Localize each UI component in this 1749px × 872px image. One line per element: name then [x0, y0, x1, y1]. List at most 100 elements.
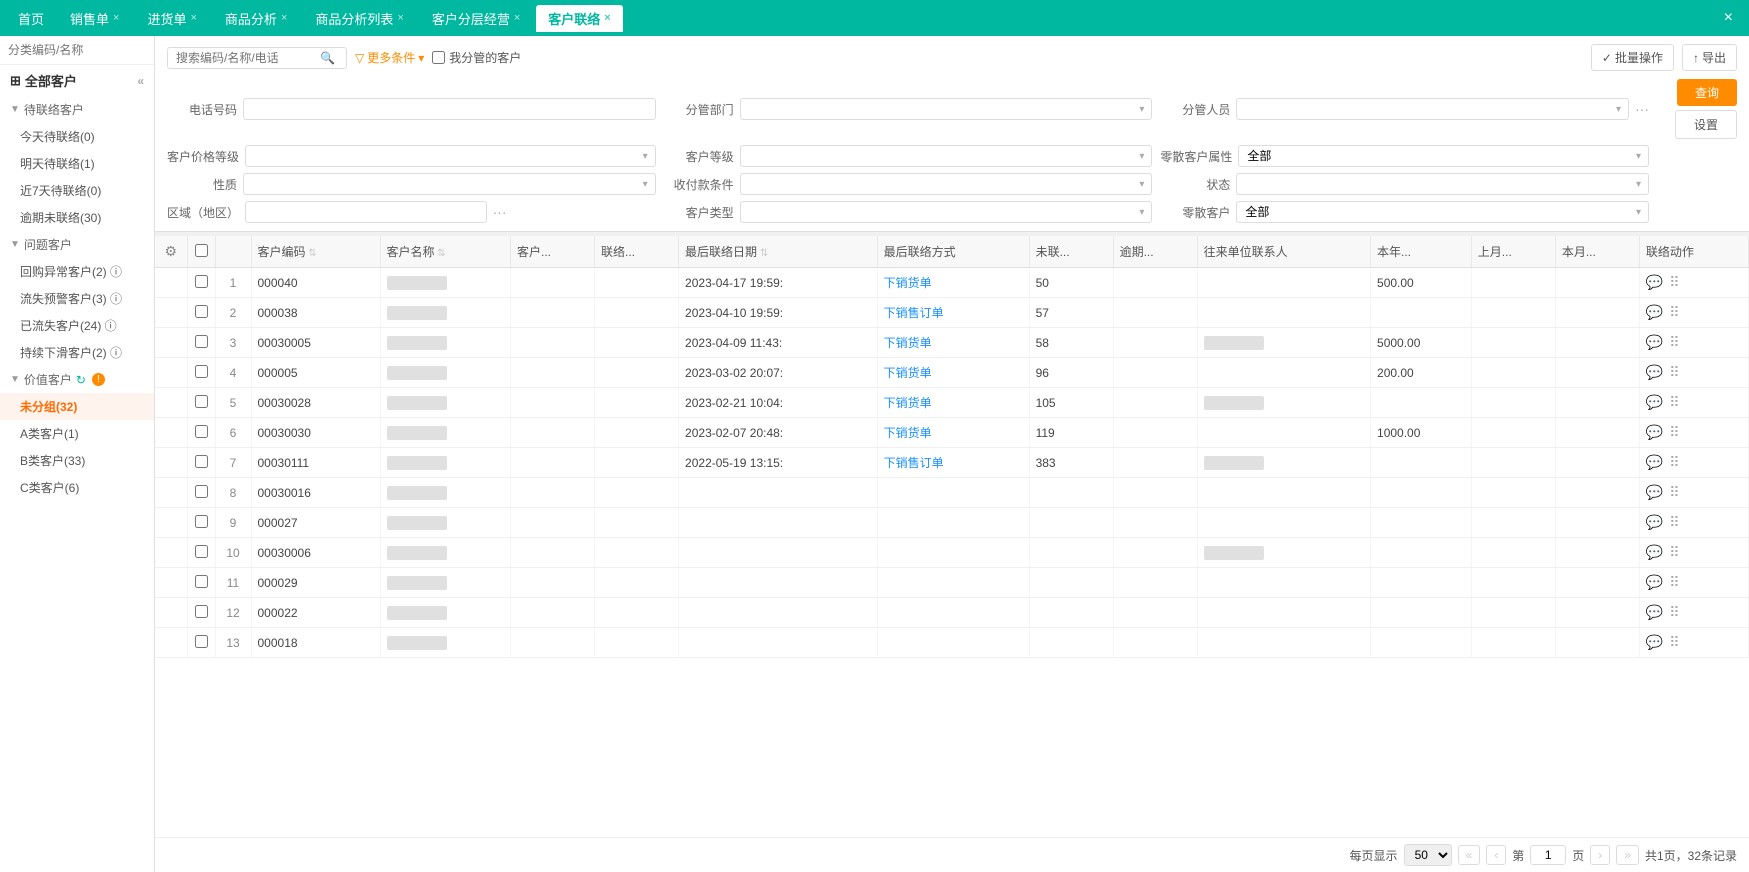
sidebar-item-today-waiting[interactable]: 今天待联络(0)	[0, 123, 154, 150]
tab-product-analysis[interactable]: 商品分析 ×	[213, 5, 299, 32]
prev-page-button[interactable]: ‹	[1486, 845, 1506, 865]
last-contact-method-link[interactable]: 下销货单	[884, 396, 932, 410]
more-icon[interactable]: ⠿	[1669, 274, 1679, 291]
more-icon[interactable]: ⠿	[1669, 514, 1679, 531]
sidebar-item-lost-customer[interactable]: 已流失客户(24) ⓘ	[0, 312, 154, 339]
sidebar-item-churn-warning[interactable]: 流失预警客户(3) ⓘ	[0, 285, 154, 312]
window-close-button[interactable]: ×	[1716, 5, 1741, 31]
export-button[interactable]: ↑ 导出	[1682, 44, 1737, 71]
settings-icon[interactable]: ⚙	[164, 243, 177, 259]
comment-icon[interactable]: 💬	[1646, 394, 1663, 411]
comment-icon[interactable]: 💬	[1646, 334, 1663, 351]
last-contact-method-link[interactable]: 下销货单	[884, 426, 932, 440]
select-all-checkbox[interactable]	[195, 244, 208, 257]
row-checkbox[interactable]	[195, 395, 208, 408]
sidebar-item-class-b[interactable]: B类客户(33)	[0, 447, 154, 474]
more-icon[interactable]: ⠿	[1669, 484, 1679, 501]
nature-select[interactable]	[243, 173, 656, 195]
comment-icon[interactable]: 💬	[1646, 544, 1663, 561]
comment-icon[interactable]: 💬	[1646, 514, 1663, 531]
sidebar-group-waiting[interactable]: ▼ 待联络客户	[0, 96, 154, 123]
row-checkbox[interactable]	[195, 485, 208, 498]
th-name[interactable]: 客户名称	[380, 236, 510, 268]
last-contact-method-link[interactable]: 下销货单	[884, 276, 932, 290]
area-input[interactable]	[245, 201, 487, 223]
comment-icon[interactable]: 💬	[1646, 304, 1663, 321]
close-sales-tab[interactable]: ×	[113, 12, 119, 24]
first-page-button[interactable]: «	[1458, 845, 1481, 865]
comment-icon[interactable]: 💬	[1646, 634, 1663, 651]
th-code[interactable]: 客户编码	[251, 236, 380, 268]
tab-customer-segment[interactable]: 客户分层经营 ×	[420, 5, 532, 32]
my-customers-checkbox[interactable]	[432, 51, 445, 64]
sidebar-item-7days-waiting[interactable]: 近7天待联络(0)	[0, 177, 154, 204]
home-tab[interactable]: 首页	[8, 5, 54, 32]
more-icon[interactable]: ⠿	[1669, 424, 1679, 441]
row-checkbox[interactable]	[195, 605, 208, 618]
more-icon[interactable]: ⠿	[1669, 304, 1679, 321]
sidebar-collapse-icon[interactable]: «	[137, 74, 144, 88]
per-page-select[interactable]: 50	[1404, 844, 1452, 866]
comment-icon[interactable]: 💬	[1646, 424, 1663, 441]
row-checkbox[interactable]	[195, 455, 208, 468]
tab-sales[interactable]: 销售单 ×	[58, 5, 131, 32]
more-icon[interactable]: ⠿	[1669, 544, 1679, 561]
comment-icon[interactable]: 💬	[1646, 484, 1663, 501]
more-icon[interactable]: ⠿	[1669, 604, 1679, 621]
row-checkbox[interactable]	[195, 335, 208, 348]
area-more-icon[interactable]: ···	[493, 204, 507, 220]
page-number-input[interactable]	[1530, 845, 1566, 865]
sidebar-item-repurchase-abnormal[interactable]: 回购异常客户(2) ⓘ	[0, 258, 154, 285]
reset-button[interactable]: 设置	[1675, 110, 1737, 139]
retail-customer-select[interactable]: 全部	[1236, 201, 1649, 223]
last-contact-method-link[interactable]: 下销售订单	[884, 306, 944, 320]
tab-customer-contact[interactable]: 客户联络 ×	[536, 5, 622, 32]
sidebar-all-customers[interactable]: ⊞ 全部客户 «	[0, 65, 154, 96]
sidebar-item-declining-customer[interactable]: 持续下滑客户(2) ⓘ	[0, 339, 154, 366]
row-checkbox[interactable]	[195, 365, 208, 378]
tab-purchase[interactable]: 进货单 ×	[135, 5, 208, 32]
more-icon[interactable]: ⠿	[1669, 394, 1679, 411]
more-icon[interactable]: ⠿	[1669, 364, 1679, 381]
comment-icon[interactable]: 💬	[1646, 574, 1663, 591]
phone-input[interactable]	[243, 98, 656, 120]
comment-icon[interactable]: 💬	[1646, 274, 1663, 291]
close-product-analysis-list-tab[interactable]: ×	[397, 12, 403, 24]
close-customer-contact-tab[interactable]: ×	[604, 12, 610, 24]
sidebar-item-class-a[interactable]: A类客户(1)	[0, 420, 154, 447]
last-contact-method-link[interactable]: 下销货单	[884, 366, 932, 380]
comment-icon[interactable]: 💬	[1646, 604, 1663, 621]
sidebar-item-class-c[interactable]: C类客户(6)	[0, 474, 154, 501]
tab-product-analysis-list[interactable]: 商品分析列表 ×	[303, 5, 415, 32]
customer-level-select[interactable]	[740, 145, 1153, 167]
row-checkbox[interactable]	[195, 575, 208, 588]
row-checkbox[interactable]	[195, 515, 208, 528]
filter-more-conditions-btn[interactable]: ▽ 更多条件 ▾	[355, 49, 424, 66]
row-checkbox[interactable]	[195, 635, 208, 648]
payment-terms-select[interactable]	[740, 173, 1153, 195]
close-purchase-tab[interactable]: ×	[190, 12, 196, 24]
comment-icon[interactable]: 💬	[1646, 364, 1663, 381]
sidebar-group-value[interactable]: ▼ 价值客户 ↻ !	[0, 366, 154, 393]
row-checkbox[interactable]	[195, 305, 208, 318]
batch-op-button[interactable]: ✓ 批量操作	[1591, 44, 1674, 71]
last-page-button[interactable]: »	[1616, 845, 1639, 865]
price-level-select[interactable]	[245, 145, 656, 167]
th-check[interactable]	[187, 236, 215, 268]
sidebar-search-input[interactable]	[8, 43, 155, 57]
row-checkbox[interactable]	[195, 275, 208, 288]
more-icon[interactable]: ⠿	[1669, 334, 1679, 351]
manager-more-icon[interactable]: ···	[1635, 101, 1649, 117]
more-icon[interactable]: ⠿	[1669, 634, 1679, 651]
th-last-contact-date[interactable]: 最后联络日期	[679, 236, 878, 268]
last-contact-method-link[interactable]: 下销售订单	[884, 456, 944, 470]
manager-select[interactable]	[1236, 98, 1629, 120]
department-select[interactable]	[740, 98, 1153, 120]
th-settings[interactable]: ⚙	[155, 236, 187, 268]
last-contact-method-link[interactable]: 下销货单	[884, 336, 932, 350]
status-select[interactable]	[1236, 173, 1649, 195]
sidebar-item-tomorrow-waiting[interactable]: 明天待联络(1)	[0, 150, 154, 177]
retail-attr-select[interactable]: 全部	[1238, 145, 1649, 167]
more-icon[interactable]: ⠿	[1669, 454, 1679, 471]
filter-search-input[interactable]	[176, 51, 316, 65]
